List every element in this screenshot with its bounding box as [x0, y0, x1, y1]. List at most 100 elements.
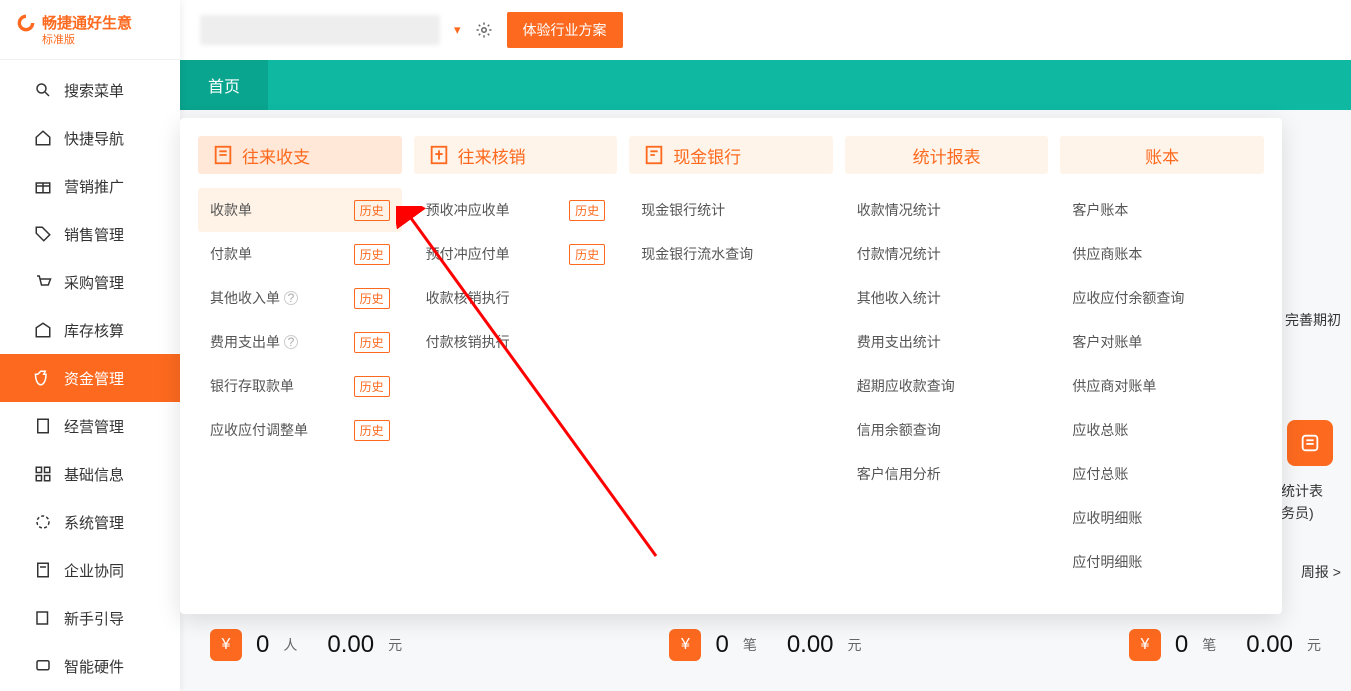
sidebar-item-guide[interactable]: 新手引导	[0, 594, 180, 642]
sidebar-item-label: 基础信息	[64, 464, 124, 485]
nav-list: 搜索菜单 快捷导航 营销推广 销售管理 采购管理 库存核算 资金管理 经营管理 …	[0, 60, 180, 690]
money-bag-icon	[34, 369, 52, 387]
menu-item-yingshouyingfutiaozheng[interactable]: 应收应付调整单历史	[198, 408, 402, 452]
sidebar-item-purchase[interactable]: 采购管理	[0, 258, 180, 306]
book-icon	[34, 609, 52, 627]
loading-icon	[34, 513, 52, 531]
menu-item-yushouchong[interactable]: 预收冲应收单历史	[414, 188, 618, 232]
gift-icon	[34, 177, 52, 195]
menu-item-fukuandan[interactable]: 付款单历史	[198, 232, 402, 276]
mega-col-shouzhi: 往来收支 收款单历史 付款单历史 其他收入单?历史 费用支出单?历史 银行存取款…	[194, 136, 406, 584]
tag-icon	[34, 225, 52, 243]
sidebar-item-basicinfo[interactable]: 基础信息	[0, 450, 180, 498]
menu-item-fukuantongji[interactable]: 付款情况统计	[845, 232, 1049, 276]
sidebar-item-operation[interactable]: 经营管理	[0, 402, 180, 450]
menu-item-shoukuanhexiao[interactable]: 收款核销执行	[414, 276, 618, 320]
menu-item-kehuzhangben[interactable]: 客户账本	[1060, 188, 1264, 232]
mega-col-xianjin: 现金银行 现金银行统计 现金银行流水查询	[625, 136, 837, 584]
menu-item-gongyingshangduizhang[interactable]: 供应商对账单	[1060, 364, 1264, 408]
history-badge[interactable]: 历史	[354, 288, 390, 309]
history-badge[interactable]: 历史	[354, 244, 390, 265]
home-icon	[34, 129, 52, 147]
menu-item-qitashourutongji[interactable]: 其他收入统计	[845, 276, 1049, 320]
transaction-icon: ¥	[1129, 629, 1161, 661]
menu-item-yingfuzongzhang[interactable]: 应付总账	[1060, 452, 1264, 496]
sidebar-item-collab[interactable]: 企业协同	[0, 546, 180, 594]
sidebar-item-quicknav[interactable]: 快捷导航	[0, 114, 180, 162]
menu-item-yingshouzongzhang[interactable]: 应收总账	[1060, 408, 1264, 452]
sidebar-item-inventory[interactable]: 库存核算	[0, 306, 180, 354]
chevron-down-icon[interactable]: ▾	[454, 22, 461, 38]
mega-col-hexiao: 往来核销 预收冲应收单历史 预付冲应付单历史 收款核销执行 付款核销执行	[410, 136, 622, 584]
sidebar-item-label: 企业协同	[64, 560, 124, 581]
menu-item-shoukuandan[interactable]: 收款单历史	[198, 188, 402, 232]
menu-item-yingshouyingfuyue[interactable]: 应收应付余额查询	[1060, 276, 1264, 320]
history-badge[interactable]: 历史	[569, 200, 605, 221]
menu-item-chaoqiyingshou[interactable]: 超期应收款查询	[845, 364, 1049, 408]
stat-card: ¥ 0笔 0.00元	[1129, 629, 1321, 661]
history-badge[interactable]: 历史	[354, 420, 390, 441]
grid-icon	[34, 465, 52, 483]
menu-item-xianjintongji[interactable]: 现金银行统计	[629, 188, 833, 232]
stat-value: 0	[715, 631, 728, 659]
menu-item-yinhangcunqu[interactable]: 银行存取款单历史	[198, 364, 402, 408]
sidebar-item-label: 采购管理	[64, 272, 124, 293]
sidebar-item-label: 库存核算	[64, 320, 124, 341]
brand-title: 畅捷通好生意	[42, 12, 132, 33]
sidebar-item-sales[interactable]: 销售管理	[0, 210, 180, 258]
bank-icon	[643, 144, 665, 166]
settings-button[interactable]	[475, 21, 493, 39]
menu-item-yufuchong[interactable]: 预付冲应付单历史	[414, 232, 618, 276]
sidebar-item-label: 搜索菜单	[64, 80, 124, 101]
history-badge[interactable]: 历史	[354, 200, 390, 221]
logo-area: 畅捷通好生意 标准版	[0, 0, 180, 60]
menu-item-shoukuantongji[interactable]: 收款情况统计	[845, 188, 1049, 232]
period-init-hint[interactable]: 完善期初	[1285, 310, 1341, 330]
menu-item-xinyongyue[interactable]: 信用余额查询	[845, 408, 1049, 452]
menu-item-feiyongtongji[interactable]: 费用支出统计	[845, 320, 1049, 364]
writeoff-icon	[428, 144, 450, 166]
help-icon[interactable]: ?	[284, 291, 298, 305]
menu-item-fukuanhexiao[interactable]: 付款核销执行	[414, 320, 618, 364]
menu-item-yingfumingxi[interactable]: 应付明细账	[1060, 540, 1264, 584]
sidebar-item-label: 智能硬件	[64, 656, 124, 677]
tabbar: 首页	[180, 60, 1351, 110]
menu-item-kehuxinyong[interactable]: 客户信用分析	[845, 452, 1049, 496]
sidebar-item-finance[interactable]: 资金管理	[0, 354, 180, 402]
history-badge[interactable]: 历史	[569, 244, 605, 265]
sidebar-item-search[interactable]: 搜索菜单	[0, 66, 180, 114]
menu-item-qitashouru[interactable]: 其他收入单?历史	[198, 276, 402, 320]
side-report-label[interactable]: 统计表 务员)	[1281, 480, 1341, 525]
org-selector[interactable]	[200, 15, 440, 45]
sidebar-item-system[interactable]: 系统管理	[0, 498, 180, 546]
sidebar-item-marketing[interactable]: 营销推广	[0, 162, 180, 210]
menu-item-liushuichaxun[interactable]: 现金银行流水查询	[629, 232, 833, 276]
menu-item-yingshoumingxi[interactable]: 应收明细账	[1060, 496, 1264, 540]
mega-heading: 往来核销	[414, 136, 618, 174]
mega-col-zhangben: 账本 客户账本 供应商账本 应收应付余额查询 客户对账单 供应商对账单 应收总账…	[1056, 136, 1268, 584]
help-icon[interactable]: ?	[284, 335, 298, 349]
tab-home[interactable]: 首页	[180, 60, 268, 110]
history-badge[interactable]: 历史	[354, 376, 390, 397]
sidebar-item-hardware[interactable]: 智能硬件	[0, 642, 180, 690]
mega-heading: 账本	[1060, 136, 1264, 174]
sidebar-item-label: 系统管理	[64, 512, 124, 533]
menu-item-feiyongzhichu[interactable]: 费用支出单?历史	[198, 320, 402, 364]
sidebar-item-label: 新手引导	[64, 608, 124, 629]
brand-subtitle: 标准版	[42, 31, 180, 47]
sidebar-item-label: 资金管理	[64, 368, 124, 389]
history-badge[interactable]: 历史	[354, 332, 390, 353]
stat-card: ¥ 0人 0.00元	[210, 629, 402, 661]
mega-col-tongji: 统计报表 收款情况统计 付款情况统计 其他收入统计 费用支出统计 超期应收款查询…	[841, 136, 1053, 584]
menu-item-gongyingshangzhangben[interactable]: 供应商账本	[1060, 232, 1264, 276]
sidebar: 畅捷通好生意 标准版 搜索菜单 快捷导航 营销推广 销售管理 采购管理 库存核算…	[0, 0, 180, 691]
menu-item-kehuduizhang[interactable]: 客户对账单	[1060, 320, 1264, 364]
floating-tool-button[interactable]	[1287, 420, 1333, 466]
transaction-icon: ¥	[669, 629, 701, 661]
sidebar-item-label: 快捷导航	[64, 128, 124, 149]
stat-value: 0	[256, 631, 269, 659]
stat-card: ¥ 0笔 0.00元	[669, 629, 861, 661]
industry-plan-button[interactable]: 体验行业方案	[507, 12, 623, 48]
weekly-report-link[interactable]: 周报 >	[1301, 562, 1341, 582]
mega-heading: 往来收支	[198, 136, 402, 174]
